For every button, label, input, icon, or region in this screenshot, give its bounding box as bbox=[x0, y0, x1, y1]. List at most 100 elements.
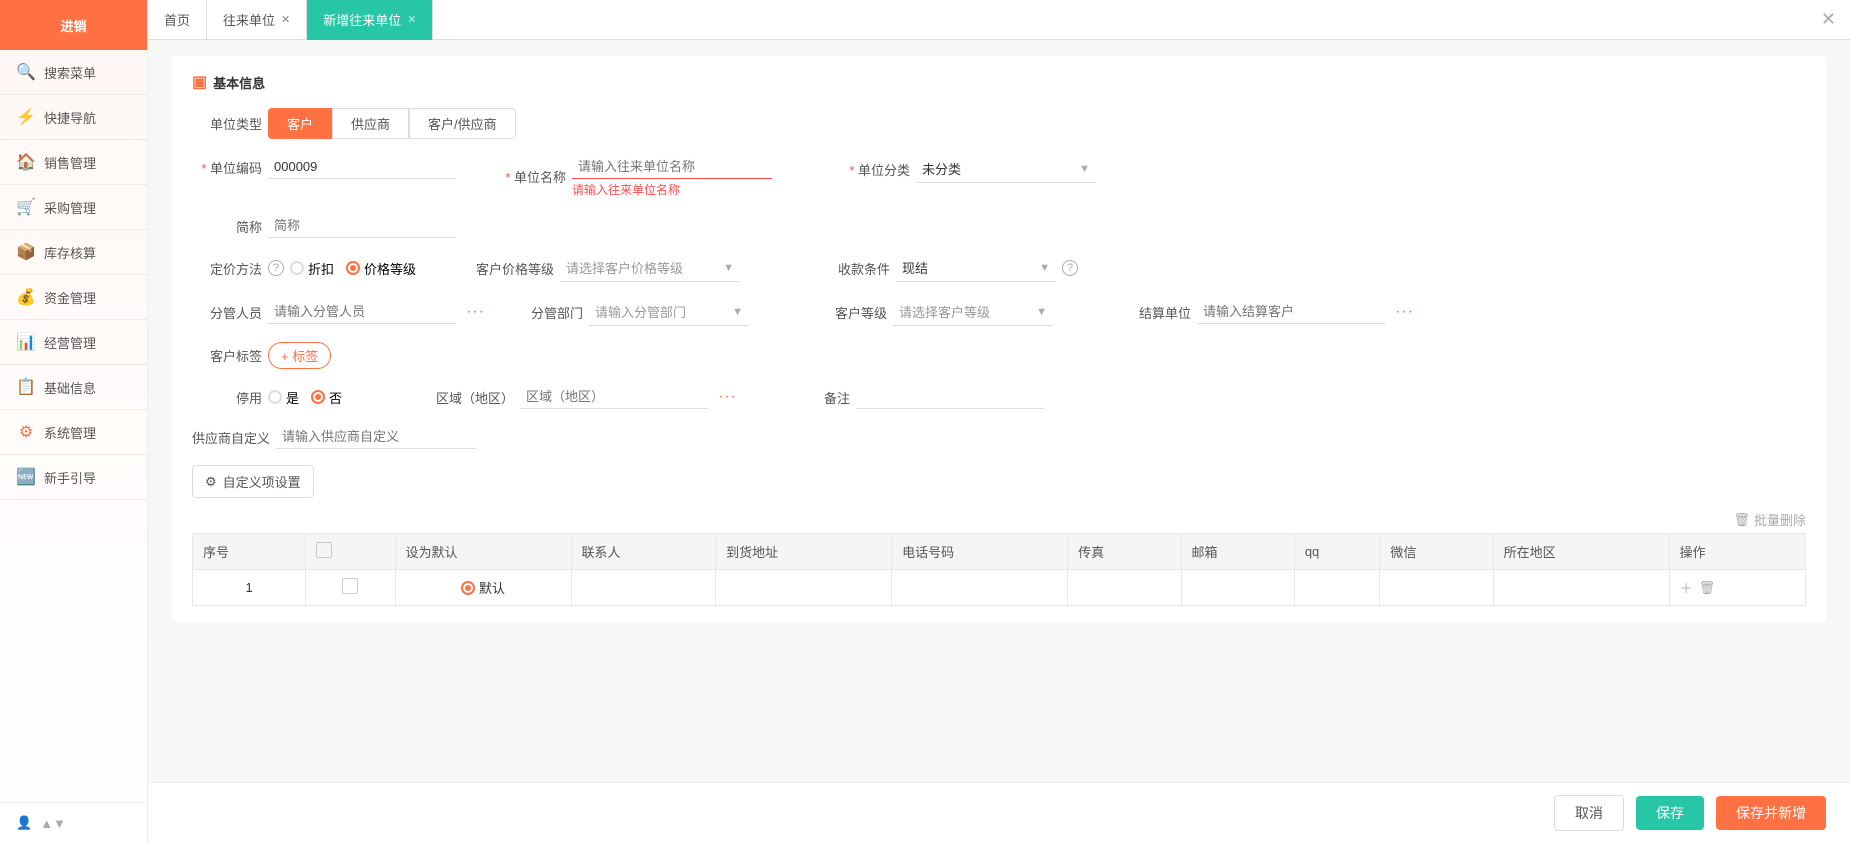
type-btn-both[interactable]: 客户/供应商 bbox=[409, 108, 516, 139]
region-dots-btn[interactable]: ··· bbox=[714, 388, 741, 406]
batch-delete-label[interactable]: 批量删除 bbox=[1754, 510, 1806, 529]
row-phone bbox=[892, 570, 1068, 606]
unit-type-field: 单位类型 客户 供应商 客户/供应商 bbox=[192, 108, 516, 139]
col-check bbox=[306, 534, 395, 570]
type-btn-group: 客户 供应商 客户/供应商 bbox=[268, 108, 516, 139]
sidebar-item-finance[interactable]: 💰 资金管理 bbox=[0, 275, 147, 320]
home-icon: 🏠 bbox=[16, 152, 36, 172]
gear-settings-icon: ⚙ bbox=[205, 474, 217, 490]
sidebar-item-search[interactable]: 🔍 搜索菜单 bbox=[0, 50, 147, 95]
payment-terms-label: 收款条件 bbox=[820, 259, 890, 278]
settlement-input[interactable] bbox=[1197, 300, 1385, 324]
add-tag-label: + 标签 bbox=[281, 346, 318, 365]
row-add-icon[interactable]: ＋ bbox=[1680, 578, 1693, 597]
customer-price-level-select[interactable]: 请选择客户价格等级 ▼ bbox=[560, 254, 740, 282]
radio-discount-label: 折扣 bbox=[308, 259, 334, 278]
header-checkbox[interactable] bbox=[316, 542, 332, 558]
manager-row: 分管人员 ··· 分管部门 请输入分管部门 ▼ 客户等级 请选择客户等级 ▼ bbox=[192, 298, 1806, 326]
sidebar-item-basic[interactable]: 📋 基础信息 bbox=[0, 365, 147, 410]
batch-delete-area: 🗑 批量删除 bbox=[192, 510, 1806, 529]
code-name-category-row: 单位编码 单位名称 请输入往来单位名称 单位分类 未分类 ▼ bbox=[192, 155, 1806, 198]
sidebar-item-quicknav[interactable]: ⚡ 快捷导航 bbox=[0, 95, 147, 140]
department-placeholder: 请输入分管部门 bbox=[595, 302, 686, 321]
sidebar-item-purchase[interactable]: 🛒 采购管理 bbox=[0, 185, 147, 230]
type-btn-supplier[interactable]: 供应商 bbox=[332, 108, 409, 139]
sidebar-item-label: 新手引导 bbox=[44, 468, 96, 487]
sidebar-item-system[interactable]: ⚙ 系统管理 bbox=[0, 410, 147, 455]
row-action-icons: ＋ 🗑 bbox=[1680, 578, 1795, 597]
list-icon: 📋 bbox=[16, 377, 36, 397]
row-delete-icon[interactable]: 🗑 bbox=[1699, 580, 1716, 596]
payment-terms-help-icon[interactable]: ? bbox=[1062, 260, 1078, 276]
col-fax: 传真 bbox=[1068, 534, 1181, 570]
unit-name-label: 单位名称 bbox=[496, 167, 566, 186]
disabled-region-row: 停用 是 否 区域（地区） ··· bbox=[192, 385, 1806, 409]
unit-category-arrow-icon: ▼ bbox=[1079, 163, 1090, 175]
row-checkbox[interactable] bbox=[342, 578, 358, 594]
pricing-help-icon[interactable]: ? bbox=[268, 260, 284, 276]
supplier-custom-input[interactable] bbox=[276, 425, 476, 449]
tags-label: 客户标签 bbox=[192, 346, 262, 365]
tab-partners-close-icon[interactable]: ✕ bbox=[281, 13, 290, 26]
row-default-radio[interactable]: 默认 bbox=[406, 578, 561, 597]
add-tag-button[interactable]: + 标签 bbox=[268, 342, 331, 369]
sidebar-item-sales[interactable]: 🏠 销售管理 bbox=[0, 140, 147, 185]
unit-name-input[interactable] bbox=[572, 155, 772, 179]
manager-input[interactable] bbox=[268, 300, 456, 324]
customer-level-select[interactable]: 请选择客户等级 ▼ bbox=[893, 298, 1053, 326]
department-select[interactable]: 请输入分管部门 ▼ bbox=[589, 298, 749, 326]
department-label: 分管部门 bbox=[513, 303, 583, 322]
short-name-input[interactable] bbox=[268, 214, 456, 238]
tab-home[interactable]: 首页 bbox=[148, 0, 207, 40]
tab-bar: 首页 往来单位 ✕ 新增往来单位 ✕ ✕ bbox=[148, 0, 1850, 40]
cart-icon: 🛒 bbox=[16, 197, 36, 217]
unit-category-select[interactable]: 未分类 ▼ bbox=[916, 155, 1096, 183]
unit-code-label: 单位编码 bbox=[192, 158, 262, 177]
customer-level-field: 客户等级 请选择客户等级 ▼ bbox=[817, 298, 1097, 326]
sidebar-item-label: 销售管理 bbox=[44, 153, 96, 172]
sidebar-item-label: 采购管理 bbox=[44, 198, 96, 217]
row-actions: ＋ 🗑 bbox=[1669, 570, 1805, 606]
payment-terms-select[interactable]: 现结 ▼ bbox=[896, 254, 1056, 282]
sidebar-item-operations[interactable]: 📊 经营管理 bbox=[0, 320, 147, 365]
radio-no[interactable]: 否 bbox=[311, 388, 342, 407]
unit-category-label: 单位分类 bbox=[840, 160, 910, 179]
lightning-icon: ⚡ bbox=[16, 107, 36, 127]
sidebar-item-inventory[interactable]: 📦 库存核算 bbox=[0, 230, 147, 275]
search-icon: 🔍 bbox=[16, 62, 36, 82]
radio-yes[interactable]: 是 bbox=[268, 388, 299, 407]
sidebar-item-guide[interactable]: 🆕 新手引导 bbox=[0, 455, 147, 500]
row-default-label: 默认 bbox=[479, 578, 505, 597]
cancel-button[interactable]: 取消 bbox=[1554, 795, 1624, 831]
region-field: 区域（地区） ··· bbox=[436, 385, 756, 409]
settlement-dots-btn[interactable]: ··· bbox=[1391, 303, 1418, 321]
payment-terms-value: 现结 bbox=[902, 258, 928, 277]
pricing-method-field: 定价方法 ? 折扣 价格等级 bbox=[192, 259, 452, 278]
footer: 取消 保存 保存并新增 bbox=[148, 782, 1850, 843]
region-input[interactable] bbox=[520, 385, 708, 409]
tab-new-partner-close-icon[interactable]: ✕ bbox=[407, 13, 416, 26]
save-button[interactable]: 保存 bbox=[1636, 796, 1704, 830]
radio-discount[interactable]: 折扣 bbox=[290, 259, 334, 278]
tab-bar-close-button[interactable]: ✕ bbox=[1807, 0, 1850, 39]
sidebar-bottom: 👤 ▲▼ bbox=[0, 802, 147, 843]
tab-partners[interactable]: 往来单位 ✕ bbox=[207, 0, 307, 40]
short-name-field: 简称 bbox=[192, 214, 472, 238]
radio-price-level-label: 价格等级 bbox=[364, 259, 416, 278]
save-new-button[interactable]: 保存并新增 bbox=[1716, 796, 1826, 830]
unit-type-row: 单位类型 客户 供应商 客户/供应商 bbox=[192, 108, 1806, 139]
manager-dots-btn[interactable]: ··· bbox=[462, 303, 489, 321]
disabled-field: 停用 是 否 bbox=[192, 388, 412, 407]
unit-code-input[interactable] bbox=[268, 155, 456, 179]
col-seq: 序号 bbox=[193, 534, 306, 570]
row-address bbox=[716, 570, 892, 606]
radio-price-level[interactable]: 价格等级 bbox=[346, 259, 416, 278]
tab-new-partner[interactable]: 新增往来单位 ✕ bbox=[307, 0, 433, 40]
remarks-input[interactable] bbox=[856, 385, 1044, 409]
type-btn-customer[interactable]: 客户 bbox=[268, 108, 332, 139]
table-header-row: 序号 设为默认 联系人 到货地址 电话号码 传真 邮箱 qq 微信 所在地区 操… bbox=[193, 534, 1806, 570]
pricing-row: 定价方法 ? 折扣 价格等级 客户价格等级 bbox=[192, 254, 1806, 282]
sidebar-item-label: 经营管理 bbox=[44, 333, 96, 352]
custom-settings-button[interactable]: ⚙ 自定义项设置 bbox=[192, 465, 314, 498]
unit-name-input-group: 请输入往来单位名称 bbox=[572, 155, 772, 198]
